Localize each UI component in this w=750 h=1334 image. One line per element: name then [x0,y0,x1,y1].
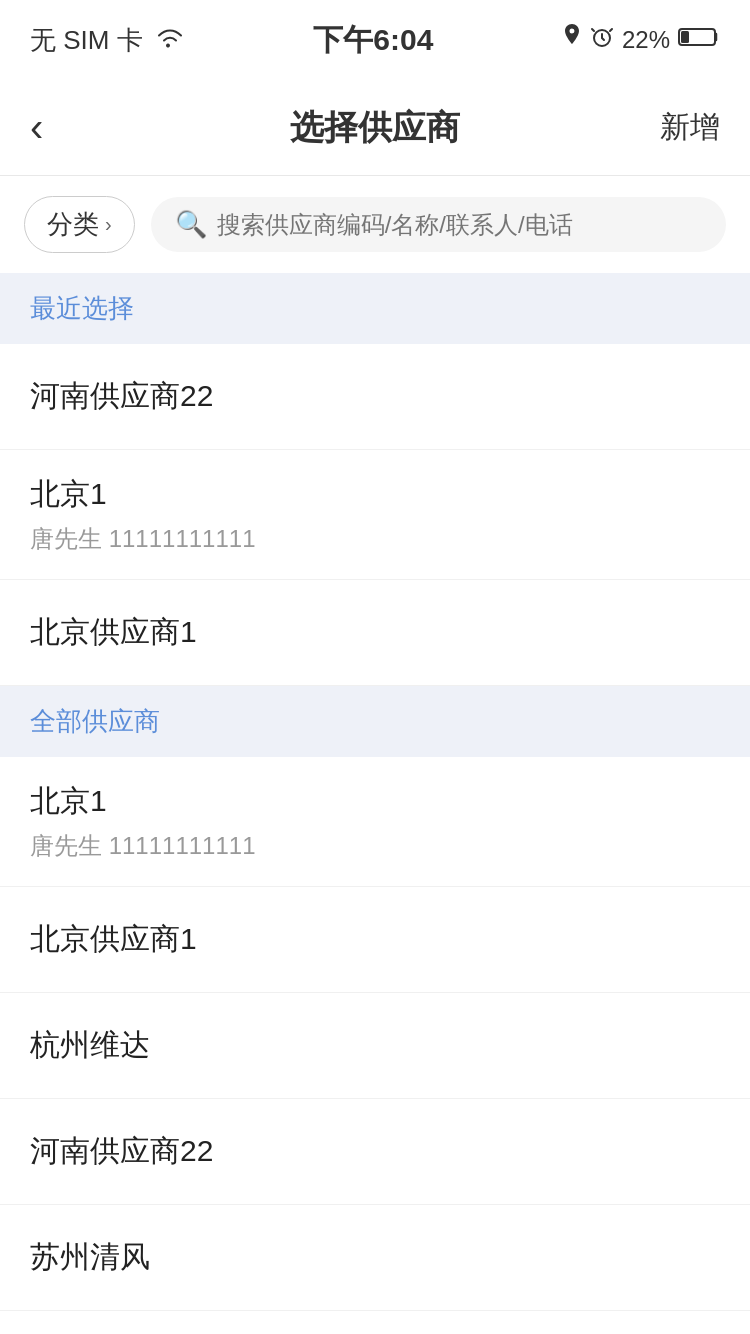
status-left: 无 SIM 卡 [30,23,185,58]
back-button[interactable]: ‹ [30,105,110,150]
list-item[interactable]: 河南供应商22 [0,344,750,450]
page-title: 选择供应商 [110,105,640,151]
item-name: 北京供应商1 [30,612,720,653]
battery-percent: 22% [622,26,670,54]
item-name: 北京供应商1 [30,919,720,960]
status-bar: 无 SIM 卡 下午6:04 22% [0,0,750,80]
category-label: 分类 [47,207,99,242]
list-item[interactable]: 北京供应商1 [0,580,750,686]
item-sub: 唐先生 11111111111 [30,830,720,862]
chevron-right-icon: › [105,213,112,236]
item-name: 北京1 [30,781,720,822]
item-name: 河南供应商22 [30,1131,720,1172]
list-item[interactable]: 河南供应商22 [0,1099,750,1205]
svg-rect-2 [681,31,689,43]
add-button[interactable]: 新增 [640,107,720,148]
carrier-text: 无 SIM 卡 [30,23,143,58]
location-icon [562,24,582,56]
status-time: 下午6:04 [313,20,433,61]
item-name: 苏州清风 [30,1237,720,1278]
item-name: 河南供应商22 [30,376,720,417]
list-item[interactable]: 北京供应商1 [0,887,750,993]
alarm-icon [590,25,614,55]
list-item[interactable]: 苏州清风 [0,1205,750,1311]
status-right: 22% [562,24,720,56]
recent-section-header: 最近选择 [0,273,750,344]
nav-bar: ‹ 选择供应商 新增 [0,80,750,176]
all-list: 北京1 唐先生 11111111111 北京供应商1 杭州维达河南供应商22 苏州清风 [0,757,750,1311]
battery-icon [678,26,720,54]
search-input[interactable] [217,211,702,239]
item-name: 北京1 [30,474,720,515]
filter-bar: 分类 › 🔍 [0,176,750,273]
list-item[interactable]: 杭州维达 [0,993,750,1099]
category-button[interactable]: 分类 › [24,196,135,253]
item-sub: 唐先生 11111111111 [30,523,720,555]
wifi-icon [155,25,185,56]
item-name: 杭州维达 [30,1025,720,1066]
list-item[interactable]: 北京1 唐先生 11111111111 [0,450,750,580]
recent-list: 河南供应商22 北京1 唐先生 11111111111 北京供应商1 [0,344,750,686]
search-box[interactable]: 🔍 [151,197,726,252]
list-item[interactable]: 北京1 唐先生 11111111111 [0,757,750,887]
all-section-header: 全部供应商 [0,686,750,757]
search-icon: 🔍 [175,209,207,240]
